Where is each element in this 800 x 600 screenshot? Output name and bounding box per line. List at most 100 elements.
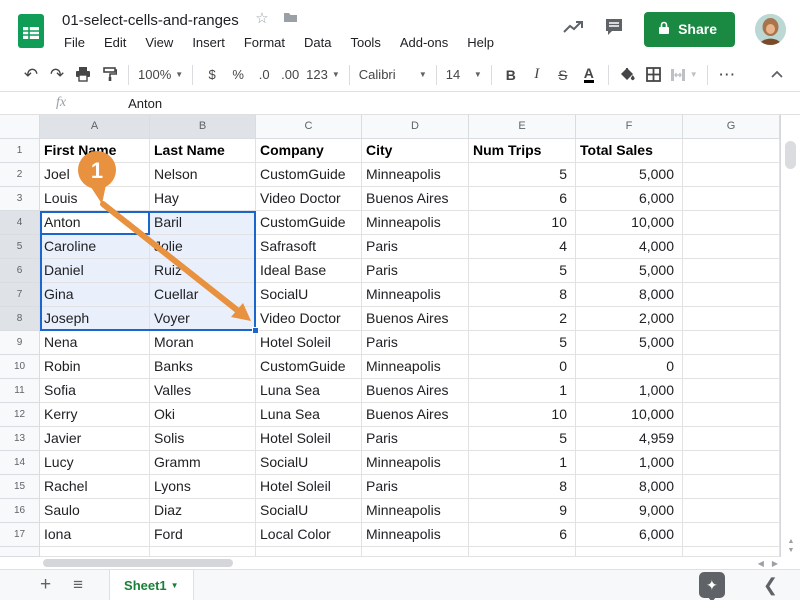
cell-E15[interactable]: 8 [469, 475, 576, 499]
cell-A8[interactable]: Joseph [40, 307, 150, 331]
cell-A9[interactable]: Nena [40, 331, 150, 355]
borders-button[interactable] [641, 62, 667, 88]
cell-G13[interactable] [683, 427, 780, 451]
cell-D13[interactable]: Paris [362, 427, 469, 451]
cell-G3[interactable] [683, 187, 780, 211]
format-currency-button[interactable]: $ [199, 62, 225, 88]
star-icon[interactable]: ☆ [255, 10, 268, 27]
cell-F5[interactable]: 4,000 [576, 235, 683, 259]
cell-F13[interactable]: 4,959 [576, 427, 683, 451]
cell-G1[interactable] [683, 139, 780, 163]
menu-item-insert[interactable]: Insert [192, 35, 225, 50]
cell-C14[interactable]: SocialU [256, 451, 362, 475]
zoom-select[interactable]: 100%▼ [135, 62, 186, 88]
cell-C1[interactable]: Company [256, 139, 362, 163]
cell-F11[interactable]: 1,000 [576, 379, 683, 403]
cell-E7[interactable]: 8 [469, 283, 576, 307]
cell-B2[interactable]: Nelson [150, 163, 256, 187]
cell-D15[interactable]: Paris [362, 475, 469, 499]
cell-B13[interactable]: Solis [150, 427, 256, 451]
row-header-13[interactable]: 13 [0, 427, 40, 451]
row-header-6[interactable]: 6 [0, 259, 40, 283]
cell-E12[interactable]: 10 [469, 403, 576, 427]
column-header-b[interactable]: B [150, 115, 256, 139]
text-color-button[interactable]: A [576, 62, 602, 88]
cell-E5[interactable]: 4 [469, 235, 576, 259]
menu-item-tools[interactable]: Tools [350, 35, 380, 50]
row-header-7[interactable]: 7 [0, 283, 40, 307]
sheets-logo-icon[interactable] [17, 13, 45, 54]
cell-F16[interactable]: 9,000 [576, 499, 683, 523]
vertical-scrollbar[interactable]: ▲ ▼ [780, 115, 800, 557]
cell-F18[interactable] [576, 547, 683, 557]
cell-B5[interactable]: Jolie [150, 235, 256, 259]
vertical-scrollbar-thumb[interactable] [785, 141, 796, 169]
row-header-1[interactable]: 1 [0, 139, 40, 163]
cell-F4[interactable]: 10,000 [576, 211, 683, 235]
horizontal-scrollbar-thumb[interactable] [43, 559, 233, 567]
scroll-down-icon[interactable]: ▼ [788, 547, 795, 554]
cell-C10[interactable]: CustomGuide [256, 355, 362, 379]
cell-G12[interactable] [683, 403, 780, 427]
row-header-17[interactable]: 17 [0, 523, 40, 547]
cell-F8[interactable]: 2,000 [576, 307, 683, 331]
undo-button[interactable]: ↶ [18, 62, 44, 88]
menu-item-edit[interactable]: Edit [104, 35, 126, 50]
font-select[interactable]: Calibri▼ [356, 62, 430, 88]
cell-C15[interactable]: Hotel Soleil [256, 475, 362, 499]
fill-handle[interactable] [252, 327, 259, 334]
cell-F6[interactable]: 5,000 [576, 259, 683, 283]
row-header-2[interactable]: 2 [0, 163, 40, 187]
cell-A13[interactable]: Javier [40, 427, 150, 451]
cell-D14[interactable]: Minneapolis [362, 451, 469, 475]
cell-F14[interactable]: 1,000 [576, 451, 683, 475]
cell-F1[interactable]: Total Sales [576, 139, 683, 163]
cell-D6[interactable]: Paris [362, 259, 469, 283]
menu-item-file[interactable]: File [64, 35, 85, 50]
font-size-select[interactable]: 14▼ [443, 62, 485, 88]
row-header-16[interactable]: 16 [0, 499, 40, 523]
cell-E1[interactable]: Num Trips [469, 139, 576, 163]
cell-A14[interactable]: Lucy [40, 451, 150, 475]
document-title[interactable]: 01-select-cells-and-ranges [62, 12, 239, 29]
cell-E4[interactable]: 10 [469, 211, 576, 235]
bold-button[interactable]: B [498, 62, 524, 88]
folder-icon[interactable] [283, 10, 298, 27]
cell-A12[interactable]: Kerry [40, 403, 150, 427]
cell-F12[interactable]: 10,000 [576, 403, 683, 427]
scroll-left-icon[interactable]: ◀ [758, 559, 772, 568]
column-header-c[interactable]: C [256, 115, 362, 139]
cell-B4[interactable]: Baril [150, 211, 256, 235]
cell-D2[interactable]: Minneapolis [362, 163, 469, 187]
paint-format-button[interactable] [96, 62, 122, 88]
cell-D9[interactable]: Paris [362, 331, 469, 355]
strikethrough-button[interactable]: S [550, 62, 576, 88]
format-percent-button[interactable]: % [225, 62, 251, 88]
row-header-18[interactable] [0, 547, 40, 557]
cell-A6[interactable]: Daniel [40, 259, 150, 283]
menu-item-help[interactable]: Help [467, 35, 494, 50]
row-header-9[interactable]: 9 [0, 331, 40, 355]
column-header-e[interactable]: E [469, 115, 576, 139]
row-header-10[interactable]: 10 [0, 355, 40, 379]
cell-A7[interactable]: Gina [40, 283, 150, 307]
cell-C3[interactable]: Video Doctor [256, 187, 362, 211]
column-header-g[interactable]: G [683, 115, 780, 139]
scroll-right-icon[interactable]: ▶ [772, 559, 786, 568]
cell-D8[interactable]: Buenos Aires [362, 307, 469, 331]
cell-D10[interactable]: Minneapolis [362, 355, 469, 379]
cell-B1[interactable]: Last Name [150, 139, 256, 163]
row-header-12[interactable]: 12 [0, 403, 40, 427]
select-all-corner[interactable] [0, 115, 40, 139]
cell-A1[interactable]: First Name [40, 139, 150, 163]
cell-G5[interactable] [683, 235, 780, 259]
cell-B6[interactable]: Ruiz [150, 259, 256, 283]
cell-C8[interactable]: Video Doctor [256, 307, 362, 331]
cell-E13[interactable]: 5 [469, 427, 576, 451]
column-header-d[interactable]: D [362, 115, 469, 139]
formula-bar-value[interactable]: Anton [128, 96, 162, 111]
cell-E14[interactable]: 1 [469, 451, 576, 475]
cell-B15[interactable]: Lyons [150, 475, 256, 499]
cell-E16[interactable]: 9 [469, 499, 576, 523]
cell-E9[interactable]: 5 [469, 331, 576, 355]
